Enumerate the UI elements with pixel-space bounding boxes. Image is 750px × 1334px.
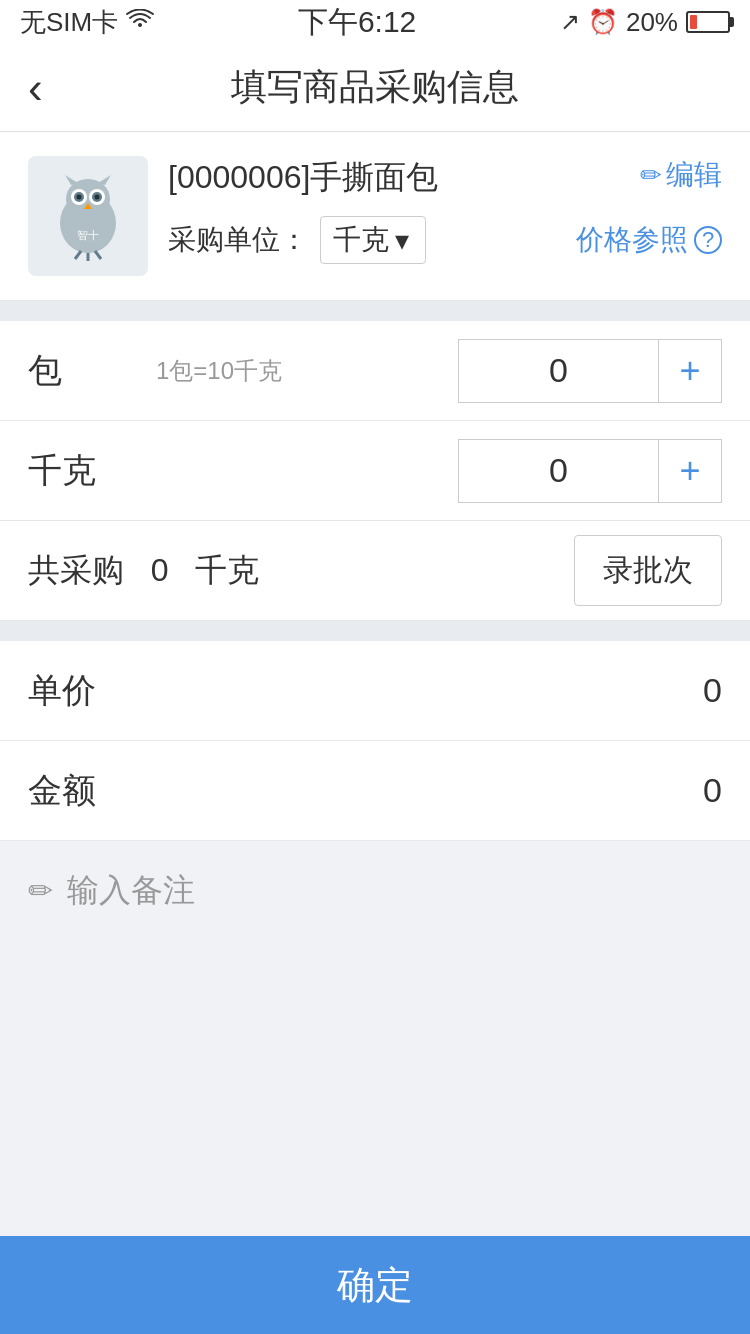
- product-image: 智十: [28, 156, 148, 276]
- status-left: 无SIM卡: [20, 5, 154, 40]
- kg-plus-button[interactable]: +: [658, 439, 722, 503]
- amount-row: 金额 0: [0, 741, 750, 841]
- total-text: 共采购 0 千克: [28, 549, 259, 593]
- total-row: 共采购 0 千克 录批次: [0, 521, 750, 621]
- kg-row: 千克 +: [0, 421, 750, 521]
- unit-price-row: 单价 0: [0, 641, 750, 741]
- note-input[interactable]: 输入备注: [67, 869, 195, 913]
- location-icon: ↗: [560, 8, 580, 36]
- wifi-icon: [126, 7, 154, 38]
- svg-marker-9: [65, 175, 78, 185]
- unit-label: 采购单位：: [168, 221, 308, 259]
- dropdown-arrow: ▾: [395, 224, 409, 257]
- bao-quantity-control: +: [458, 339, 722, 403]
- note-icon: ✏: [28, 873, 53, 908]
- kg-label: 千克: [28, 448, 148, 494]
- bao-label: 包: [28, 348, 148, 394]
- price-ref-button[interactable]: 价格参照 ?: [576, 221, 722, 259]
- bao-sublabel: 1包=10千克: [156, 355, 282, 387]
- brand-logo: 智十: [43, 171, 133, 261]
- product-info: [0000006]手撕面包 ✏ 编辑 采购单位： 千克 ▾ 价格参照 ?: [168, 156, 722, 264]
- svg-marker-10: [98, 175, 111, 185]
- svg-point-6: [77, 195, 82, 200]
- amount-label: 金额: [28, 768, 96, 814]
- battery-percent: 20%: [626, 7, 678, 38]
- edit-button[interactable]: ✏ 编辑: [640, 156, 722, 194]
- page-title: 填写商品采购信息: [231, 63, 519, 112]
- kg-input[interactable]: [458, 439, 658, 503]
- note-section: ✏ 输入备注: [0, 841, 750, 1141]
- kg-quantity-control: +: [458, 439, 722, 503]
- bao-input[interactable]: [458, 339, 658, 403]
- pricing-section: 单价 0 金额 0: [0, 641, 750, 841]
- section-divider-1: [0, 301, 750, 321]
- help-icon: ?: [694, 226, 722, 254]
- status-time: 下午6:12: [298, 2, 416, 43]
- unit-price-label: 单价: [28, 668, 96, 714]
- product-card: 智十 [0000006]手撕面包 ✏ 编辑 采购单位： 千克 ▾ 价格参照 ?: [0, 132, 750, 301]
- edit-icon: ✏: [640, 160, 662, 191]
- nav-bar: ‹ 填写商品采购信息: [0, 44, 750, 132]
- product-name: [0000006]手撕面包: [168, 156, 438, 200]
- status-bar: 无SIM卡 下午6:12 ↗ ⏰ 20%: [0, 0, 750, 44]
- svg-text:智十: 智十: [77, 229, 99, 241]
- unit-price-value: 0: [703, 671, 722, 710]
- alarm-icon: ⏰: [588, 8, 618, 36]
- unit-dropdown[interactable]: 千克 ▾: [320, 216, 426, 264]
- record-batch-button[interactable]: 录批次: [574, 535, 722, 606]
- confirm-button[interactable]: 确定: [0, 1236, 750, 1334]
- status-right: ↗ ⏰ 20%: [560, 7, 730, 38]
- back-button[interactable]: ‹: [28, 66, 43, 110]
- network-label: 无SIM卡: [20, 5, 118, 40]
- bao-row: 包 1包=10千克 +: [0, 321, 750, 421]
- svg-point-7: [95, 195, 100, 200]
- amount-value: 0: [703, 771, 722, 810]
- battery-icon: [686, 11, 730, 33]
- quantity-section: 包 1包=10千克 + 千克 +: [0, 321, 750, 521]
- svg-line-11: [75, 251, 81, 259]
- svg-line-13: [95, 251, 101, 259]
- bao-plus-button[interactable]: +: [658, 339, 722, 403]
- section-divider-2: [0, 621, 750, 641]
